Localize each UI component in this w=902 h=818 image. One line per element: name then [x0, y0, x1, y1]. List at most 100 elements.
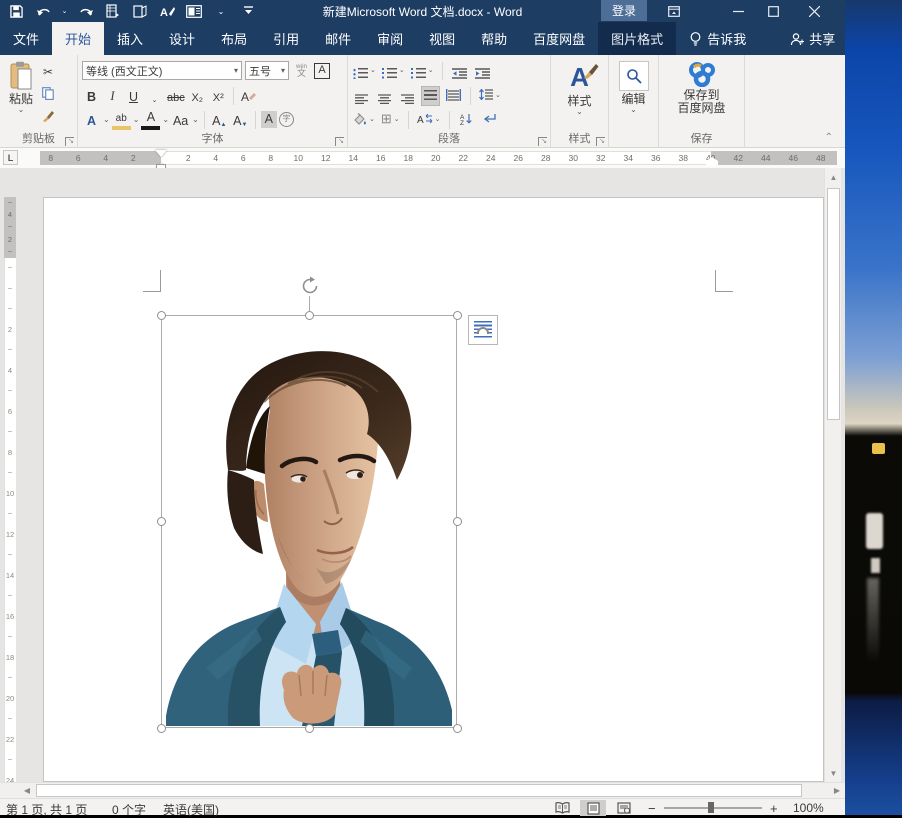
undo-dropdown-icon[interactable]: ⌄ [61, 3, 68, 19]
scroll-down-icon[interactable]: ▼ [826, 766, 841, 780]
scroll-right-icon[interactable]: ▶ [830, 784, 844, 797]
print-layout-button[interactable] [580, 800, 606, 816]
format-brush-icon[interactable]: A [158, 3, 176, 19]
vertical-scroll-thumb[interactable] [827, 188, 840, 420]
shading-bucket-button[interactable]: ⌄ [352, 110, 376, 130]
clear-formatting-button[interactable]: A [239, 86, 258, 106]
horizontal-scroll-thumb[interactable] [36, 784, 802, 797]
resize-handle-topmid[interactable] [305, 311, 314, 320]
resize-handle-bottomright[interactable] [453, 724, 462, 733]
highlight-dropdown[interactable]: ⌄ [133, 116, 140, 123]
tab-references[interactable]: 引用 [260, 22, 312, 55]
justify-button[interactable] [421, 86, 440, 106]
format-painter-icon[interactable] [38, 106, 58, 125]
paragraph-dialog-launcher[interactable]: ↘ [538, 137, 547, 146]
font-color-button[interactable]: A [141, 110, 160, 130]
align-right-button[interactable] [398, 86, 417, 106]
save-icon[interactable] [7, 3, 25, 19]
sort-button[interactable]: AZ [457, 110, 476, 130]
zoom-percentage[interactable]: 100% [793, 801, 824, 815]
numbering-button[interactable]: ⌄ [381, 61, 406, 81]
horizontal-scrollbar[interactable]: ◀ ▶ [0, 782, 845, 798]
close-button[interactable] [798, 0, 830, 22]
ribbon-display-options-icon[interactable] [658, 0, 690, 22]
resize-handle-topright[interactable] [453, 311, 462, 320]
tab-file[interactable]: 文件 [0, 22, 52, 55]
qat-dropdown-icon[interactable]: ⌄ [212, 3, 230, 19]
resize-handle-bottommid[interactable] [305, 724, 314, 733]
cut-icon[interactable]: ✂ [38, 62, 58, 81]
web-layout-button[interactable] [611, 800, 637, 816]
font-dialog-launcher[interactable]: ↘ [335, 137, 344, 146]
page-tool-icon[interactable] [131, 3, 149, 19]
layout-options-button[interactable] [468, 315, 498, 345]
subscript-button[interactable]: X₂ [188, 86, 207, 106]
show-marks-button[interactable] [480, 110, 499, 130]
decrease-indent-button[interactable] [450, 61, 469, 81]
language-indicator[interactable]: 英语(美国) [163, 801, 219, 818]
zoom-in-button[interactable]: + [770, 801, 778, 816]
resize-handle-topleft[interactable] [157, 311, 166, 320]
align-center-button[interactable] [375, 86, 394, 106]
undo-icon[interactable] [34, 3, 52, 19]
tab-help[interactable]: 帮助 [468, 22, 520, 55]
save-to-baidu-button[interactable]: 保存到百度网盘 [663, 59, 740, 117]
tab-tell-me[interactable]: 告诉我 [676, 22, 759, 55]
redo-icon[interactable] [77, 3, 95, 19]
underline-button[interactable]: U [124, 86, 143, 106]
bold-button[interactable]: B [82, 86, 101, 106]
vertical-scrollbar[interactable]: ▲ ▼ [824, 168, 841, 782]
read-mode-button[interactable] [549, 800, 575, 816]
tab-insert[interactable]: 插入 [104, 22, 156, 55]
rotation-handle[interactable] [300, 276, 320, 296]
tab-view[interactable]: 视图 [416, 22, 468, 55]
tab-selector-button[interactable]: L [3, 150, 18, 165]
underline-dropdown[interactable]: ⌄ [145, 86, 164, 106]
picture-layout-icon[interactable] [185, 3, 203, 19]
styles-button[interactable]: A 样式 ⌄ [555, 59, 604, 117]
character-shading-button[interactable]: A [261, 111, 277, 128]
page-indicator[interactable]: 第 1 页, 共 1 页 [6, 801, 87, 818]
bullets-button[interactable]: ⌄ [352, 61, 377, 81]
borders-button[interactable]: ⊞⌄ [380, 110, 401, 130]
change-case-button[interactable]: Aa [171, 110, 190, 130]
table-tool-icon[interactable] [104, 3, 122, 19]
character-border-button[interactable]: A [314, 63, 330, 79]
strikethrough-button[interactable]: abc [166, 86, 186, 106]
multilevel-list-button[interactable]: ⌄ [410, 61, 435, 81]
minimize-button[interactable] [722, 0, 754, 22]
customize-qat-icon[interactable] [239, 3, 257, 19]
tab-layout[interactable]: 布局 [208, 22, 260, 55]
zoom-slider-thumb[interactable] [708, 802, 714, 813]
collapse-ribbon-icon[interactable]: ⌃ [825, 132, 833, 143]
word-count[interactable]: 0 个字 [112, 801, 146, 818]
tab-picture-format[interactable]: 图片格式 [598, 22, 676, 55]
tab-mailings[interactable]: 邮件 [312, 22, 364, 55]
enclose-character-button[interactable]: 字 [279, 112, 294, 127]
clipboard-dialog-launcher[interactable]: ↘ [65, 137, 74, 146]
tab-baidu-pan[interactable]: 百度网盘 [520, 22, 598, 55]
maximize-button[interactable] [757, 0, 789, 22]
italic-button[interactable]: I [103, 86, 122, 106]
text-effects-button[interactable]: A [82, 110, 101, 130]
scroll-up-icon[interactable]: ▲ [826, 170, 841, 184]
paste-button[interactable]: 粘贴 ⌄ [4, 59, 38, 125]
scroll-left-icon[interactable]: ◀ [20, 784, 34, 797]
font-size-combo[interactable]: 五号▾ [245, 61, 289, 80]
copy-icon[interactable] [38, 84, 58, 103]
tab-design[interactable]: 设计 [156, 22, 208, 55]
tab-home[interactable]: 开始 [52, 22, 104, 55]
highlight-button[interactable]: ab [112, 110, 131, 130]
asian-layout-button[interactable]: A⌄ [416, 110, 442, 130]
zoom-out-button[interactable]: − [648, 801, 656, 816]
change-case-dropdown[interactable]: ⌄ [192, 116, 199, 123]
font-color-dropdown[interactable]: ⌄ [162, 116, 169, 123]
login-button[interactable]: 登录 [601, 0, 647, 21]
superscript-button[interactable]: X² [209, 86, 228, 106]
tab-review[interactable]: 审阅 [364, 22, 416, 55]
resize-handle-midright[interactable] [453, 517, 462, 526]
text-effects-dropdown[interactable]: ⌄ [103, 116, 110, 123]
tab-share[interactable]: 共享 [777, 22, 848, 55]
editing-button[interactable]: 编辑 ⌄ [613, 59, 654, 115]
font-name-combo[interactable]: 等线 (西文正文)▾ [82, 61, 242, 80]
